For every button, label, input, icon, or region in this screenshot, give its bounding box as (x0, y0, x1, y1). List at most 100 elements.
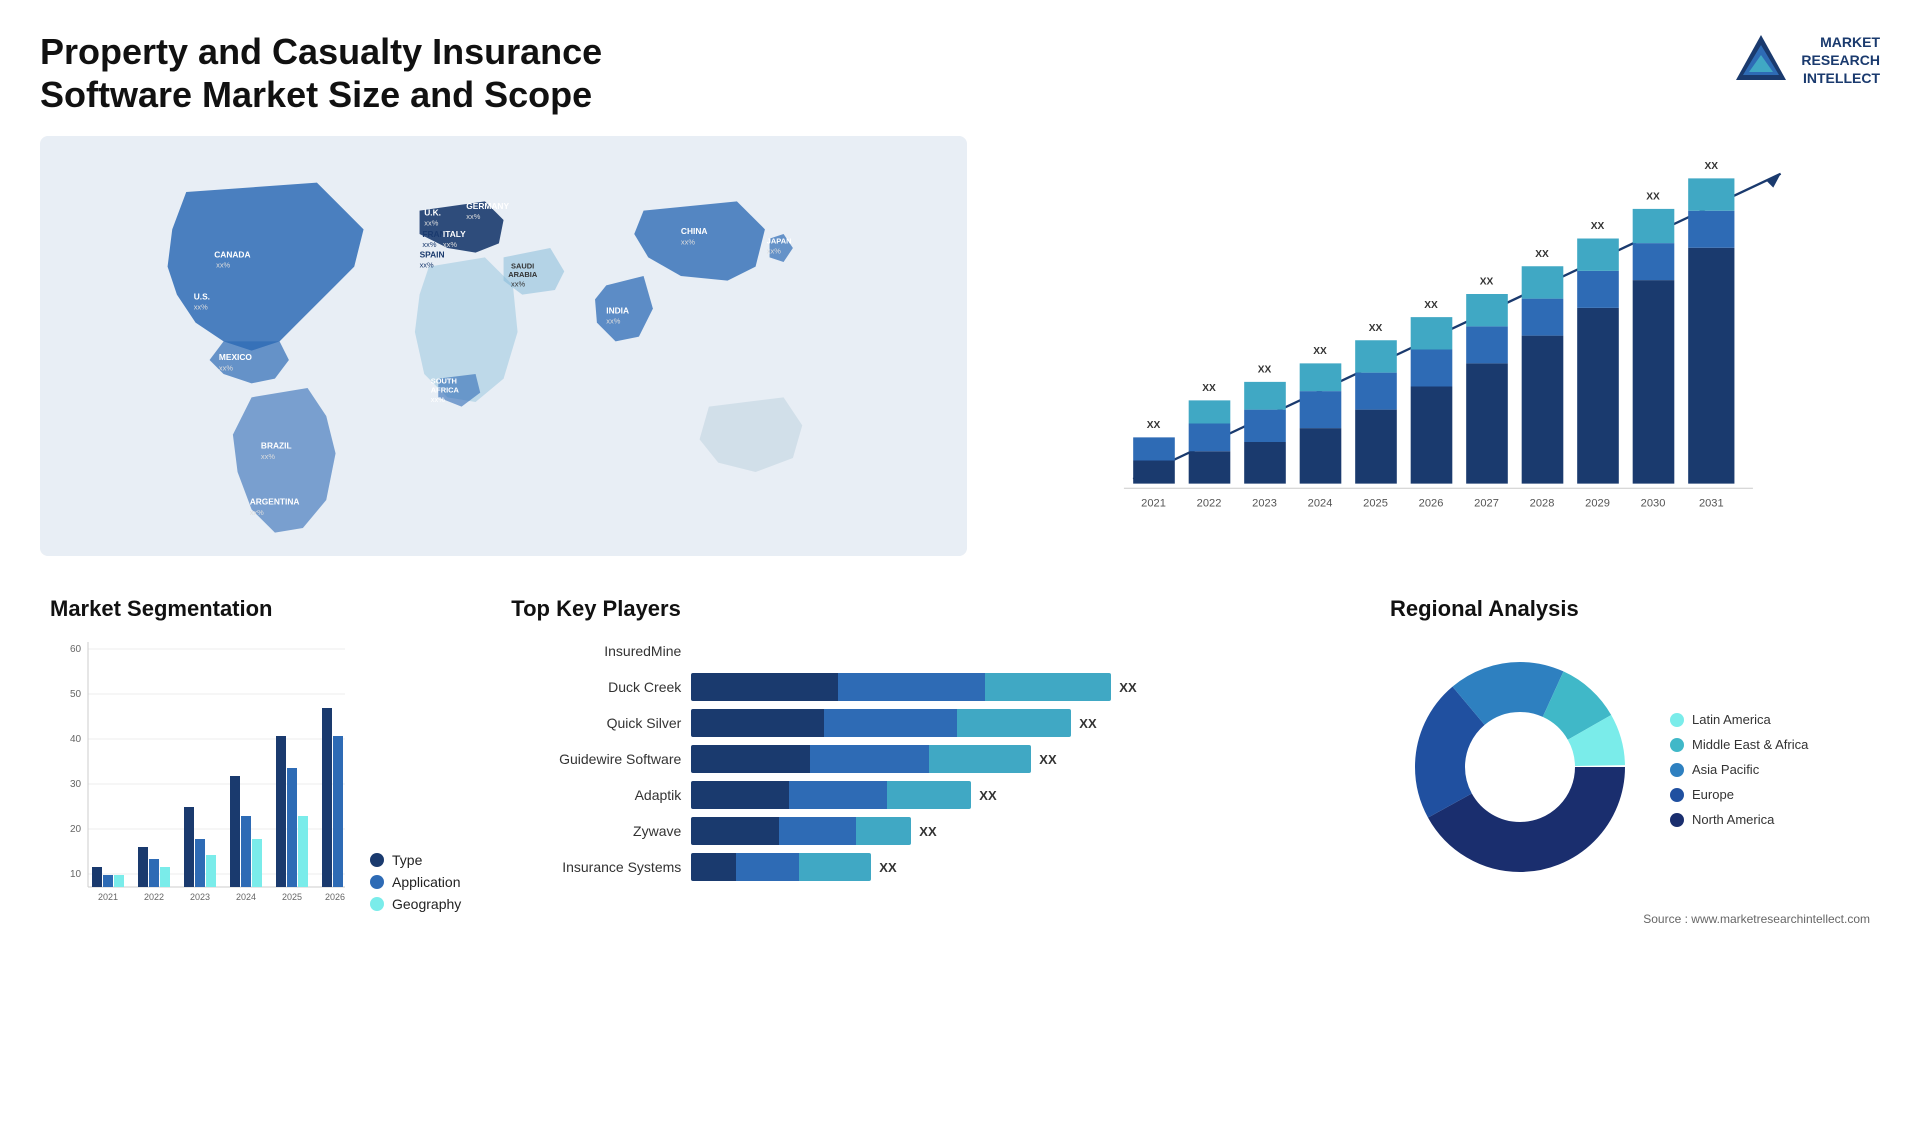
legend-geography: Geography (370, 896, 461, 912)
svg-text:BRAZIL: BRAZIL (261, 441, 292, 451)
player-bar-wrap: XX (691, 709, 1340, 737)
svg-text:U.K.: U.K. (424, 208, 441, 218)
regional-legend: Latin America Middle East & Africa Asia … (1670, 712, 1808, 827)
asia-pacific-dot (1670, 763, 1684, 777)
svg-text:30: 30 (70, 779, 82, 790)
players-title: Top Key Players (511, 596, 1340, 622)
player-row: Adaptik XX (511, 781, 1340, 809)
svg-text:2026: 2026 (325, 892, 345, 902)
players-panel: Top Key Players InsuredMine Duck Creek (501, 586, 1350, 1006)
player-bar (691, 673, 1111, 701)
geography-label: Geography (392, 896, 461, 912)
player-row: Zywave XX (511, 817, 1340, 845)
player-xx: XX (879, 860, 896, 875)
svg-text:50: 50 (70, 689, 82, 700)
svg-text:SOUTH: SOUTH (431, 377, 457, 386)
type-label: Type (392, 852, 422, 868)
player-row: InsuredMine (511, 637, 1340, 665)
player-xx: XX (979, 788, 996, 803)
player-bar (691, 709, 1071, 737)
asia-pacific-label: Asia Pacific (1692, 762, 1759, 777)
player-bar-wrap: XX (691, 781, 1340, 809)
player-xx: XX (1039, 752, 1056, 767)
regional-title: Regional Analysis (1390, 596, 1870, 622)
svg-text:2030: 2030 (1641, 498, 1666, 510)
svg-text:xx%: xx% (422, 240, 436, 249)
north-america-dot (1670, 813, 1684, 827)
svg-text:2027: 2027 (1474, 498, 1499, 510)
svg-text:XX: XX (1480, 277, 1494, 288)
svg-text:xx%: xx% (219, 364, 233, 373)
legend-asia-pacific: Asia Pacific (1670, 762, 1808, 777)
application-dot (370, 875, 384, 889)
bar-chart-svg: XX 2021 XX 2022 XX 2023 XX 2024 XX (1017, 146, 1860, 516)
svg-text:XX: XX (1535, 249, 1549, 260)
svg-text:xx%: xx% (424, 219, 438, 228)
legend-north-america: North America (1670, 812, 1808, 827)
growth-bar-chart: XX 2021 XX 2022 XX 2023 XX 2024 XX (997, 136, 1880, 556)
svg-text:2023: 2023 (190, 892, 210, 902)
player-xx: XX (1119, 680, 1136, 695)
svg-text:XX: XX (1646, 192, 1660, 203)
svg-text:2021: 2021 (1141, 498, 1166, 510)
svg-text:2029: 2029 (1585, 498, 1610, 510)
logo-area: MARKET RESEARCH INTELLECT (1731, 30, 1880, 90)
svg-text:XX: XX (1591, 222, 1605, 233)
player-xx: XX (1079, 716, 1096, 731)
svg-text:JAPAN: JAPAN (767, 237, 792, 246)
donut-area: Latin America Middle East & Africa Asia … (1390, 637, 1870, 902)
svg-text:xx%: xx% (606, 317, 620, 326)
legend-type: Type (370, 852, 461, 868)
logo-text: MARKET RESEARCH INTELLECT (1801, 33, 1880, 88)
legend-middle-east-africa: Middle East & Africa (1670, 737, 1808, 752)
geography-dot (370, 897, 384, 911)
svg-text:xx%: xx% (466, 212, 480, 221)
player-bar-wrap: XX (691, 853, 1340, 881)
player-bar-wrap: XX (691, 673, 1340, 701)
legend-application: Application (370, 874, 461, 890)
svg-text:XX: XX (1147, 421, 1161, 432)
svg-text:GERMANY: GERMANY (466, 201, 509, 211)
svg-text:2024: 2024 (236, 892, 256, 902)
player-bar-wrap (691, 637, 1340, 665)
player-row: Quick Silver XX (511, 709, 1340, 737)
legend-latin-america: Latin America (1670, 712, 1808, 727)
svg-text:ARGENTINA: ARGENTINA (250, 497, 300, 507)
top-section: CANADA xx% U.S. xx% MEXICO xx% BRAZIL xx… (40, 136, 1880, 556)
latin-america-label: Latin America (1692, 712, 1771, 727)
player-bar (691, 817, 911, 845)
segmentation-legend: Type Application Geography (370, 852, 461, 912)
svg-text:INDIA: INDIA (606, 306, 629, 316)
player-bar (691, 781, 971, 809)
donut-chart (1390, 637, 1650, 902)
page-header: Property and Casualty Insurance Software… (40, 30, 1880, 116)
svg-text:xx%: xx% (261, 452, 275, 461)
player-bar (691, 853, 871, 881)
svg-text:ITALY: ITALY (443, 229, 466, 239)
svg-text:xx%: xx% (420, 261, 434, 270)
players-list: InsuredMine Duck Creek XX (511, 637, 1340, 881)
type-dot (370, 853, 384, 867)
svg-text:2026: 2026 (1419, 498, 1444, 510)
svg-text:10: 10 (70, 869, 82, 880)
player-bar-wrap: XX (691, 745, 1340, 773)
svg-text:xx%: xx% (443, 240, 457, 249)
svg-text:2022: 2022 (144, 892, 164, 902)
svg-text:2021: 2021 (98, 892, 118, 902)
player-bar-wrap: XX (691, 817, 1340, 845)
player-name: Quick Silver (511, 715, 681, 731)
player-name: Duck Creek (511, 679, 681, 695)
svg-text:2031: 2031 (1699, 498, 1724, 510)
svg-text:XX: XX (1313, 347, 1327, 358)
svg-text:XX: XX (1202, 384, 1216, 395)
world-map: CANADA xx% U.S. xx% MEXICO xx% BRAZIL xx… (40, 136, 967, 556)
svg-text:2025: 2025 (282, 892, 302, 902)
segmentation-title: Market Segmentation (50, 596, 461, 622)
player-name: Adaptik (511, 787, 681, 803)
svg-text:ARABIA: ARABIA (508, 270, 538, 279)
player-xx: XX (919, 824, 936, 839)
svg-text:2022: 2022 (1197, 498, 1222, 510)
svg-text:XX: XX (1258, 365, 1272, 376)
svg-text:60: 60 (70, 644, 82, 655)
legend-europe: Europe (1670, 787, 1808, 802)
